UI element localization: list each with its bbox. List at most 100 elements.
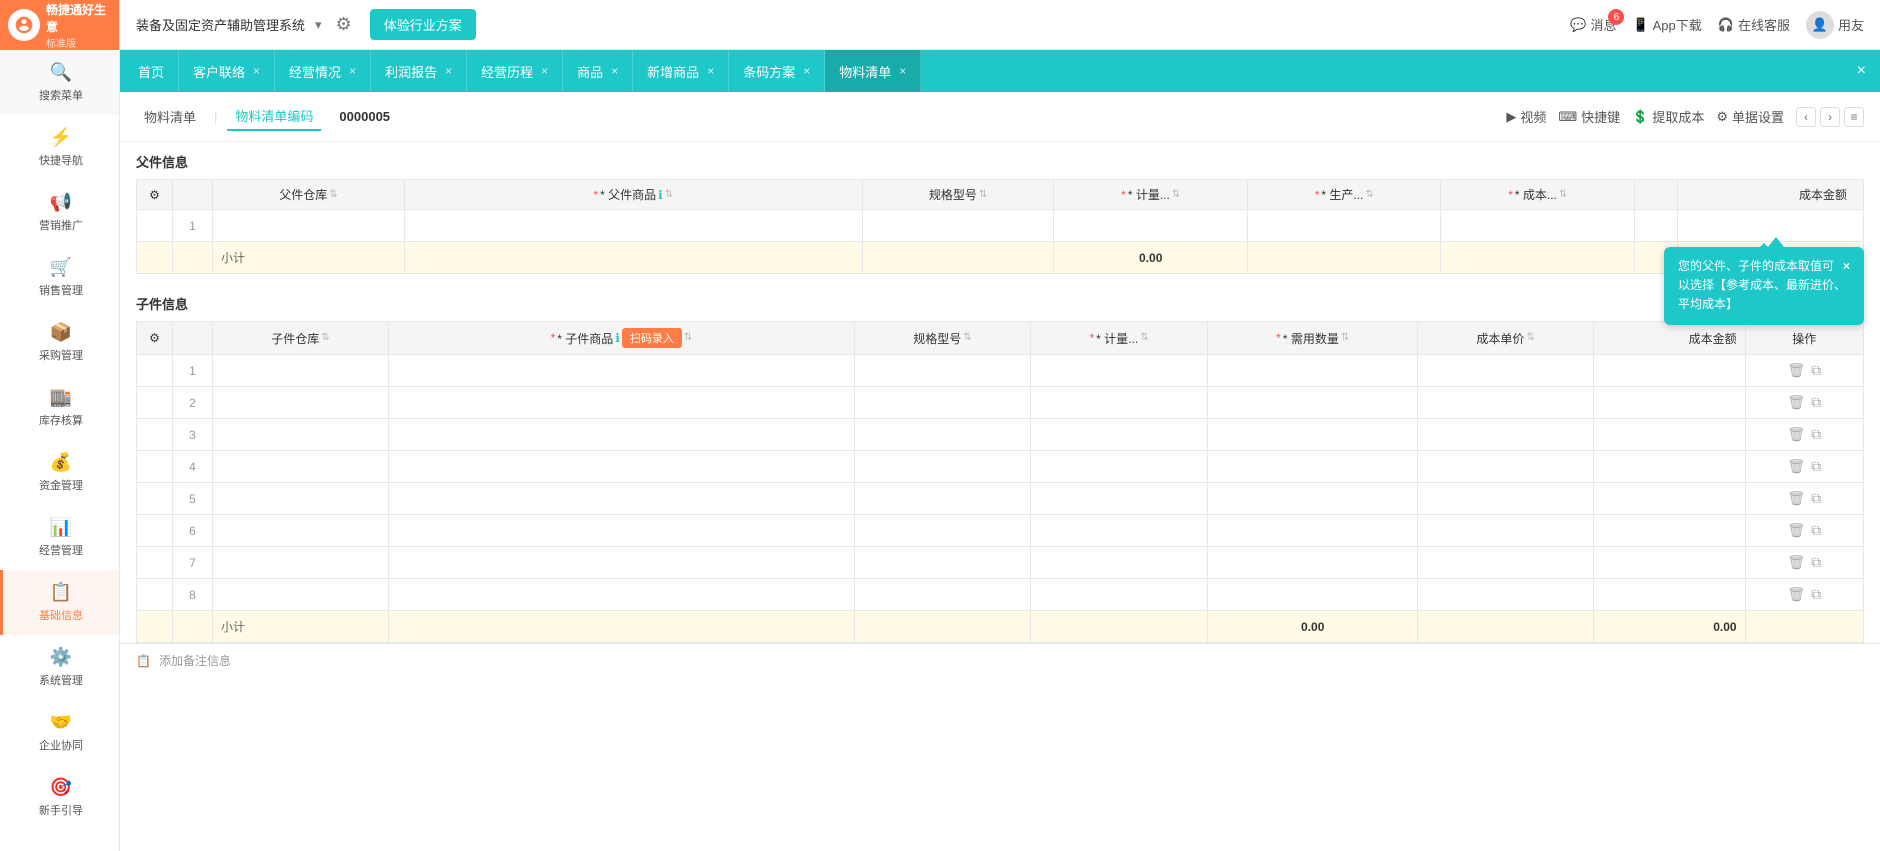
- parent-row1-spec[interactable]: [862, 210, 1054, 242]
- tab-barcode[interactable]: 条码方案 ×: [729, 50, 825, 92]
- message-item[interactable]: 💬 消息 6: [1570, 15, 1616, 34]
- child-row6-unit[interactable]: [1030, 515, 1207, 547]
- tab-goods[interactable]: 商品 ×: [563, 50, 633, 92]
- tab-bom[interactable]: 物料清单 ×: [825, 50, 921, 92]
- tab-customers-close[interactable]: ×: [253, 64, 260, 78]
- tab-profit[interactable]: 利润报告 ×: [371, 50, 467, 92]
- copy-icon[interactable]: ⧉: [1811, 586, 1821, 603]
- app-download-item[interactable]: 📱 App下载: [1632, 15, 1701, 34]
- copy-icon[interactable]: ⧉: [1811, 362, 1821, 379]
- child-row8-unit[interactable]: [1030, 579, 1207, 611]
- shortcut-action[interactable]: ⌨ 快捷键: [1558, 107, 1620, 126]
- child-row7-unit-cost[interactable]: [1418, 547, 1594, 579]
- child-row4-goods[interactable]: [388, 451, 854, 483]
- parent-row1-produce[interactable]: [1247, 210, 1441, 242]
- copy-icon[interactable]: ⧉: [1811, 554, 1821, 571]
- delete-icon[interactable]: 🗑: [1787, 586, 1805, 603]
- tab-operations[interactable]: 经营情况 ×: [275, 50, 371, 92]
- cost-action[interactable]: 💲 提取成本: [1632, 107, 1704, 126]
- child-row4-warehouse[interactable]: [213, 451, 389, 483]
- sidebar-item-system[interactable]: ⚙️ 系统管理: [0, 635, 119, 700]
- trial-btn[interactable]: 体验行业方案: [370, 9, 476, 40]
- menu-arrow[interactable]: ≡: [1844, 107, 1864, 127]
- sidebar-item-finance[interactable]: 💰 资金管理: [0, 440, 119, 505]
- dropdown-arrow-icon[interactable]: ▾: [315, 17, 322, 33]
- child-row8-qty[interactable]: [1208, 579, 1418, 611]
- child-row7-goods[interactable]: [388, 547, 854, 579]
- tab-operations-close[interactable]: ×: [349, 64, 356, 78]
- child-row6-qty[interactable]: [1208, 515, 1418, 547]
- child-row4-unit-cost[interactable]: [1418, 451, 1594, 483]
- child-row3-warehouse[interactable]: [213, 419, 389, 451]
- parent-row1-cost[interactable]: [1441, 210, 1635, 242]
- tab-barcode-close[interactable]: ×: [803, 64, 810, 78]
- settings-action[interactable]: ⚙ 单据设置: [1716, 107, 1784, 126]
- tab-new-goods-close[interactable]: ×: [707, 64, 714, 78]
- child-row8-goods[interactable]: [388, 579, 854, 611]
- child-row3-goods[interactable]: [388, 419, 854, 451]
- sidebar-item-collab[interactable]: 🤝 企业协同: [0, 700, 119, 765]
- tooltip-close-btn[interactable]: ×: [1843, 257, 1850, 276]
- user-item[interactable]: 👤 用友: [1806, 11, 1864, 39]
- child-row1-goods[interactable]: [388, 355, 854, 387]
- child-row5-unit[interactable]: [1030, 483, 1207, 515]
- copy-icon[interactable]: ⧉: [1811, 522, 1821, 539]
- child-row6-warehouse[interactable]: [213, 515, 389, 547]
- copy-icon[interactable]: ⧉: [1811, 490, 1821, 507]
- gear-icon[interactable]: ⚙: [336, 14, 352, 35]
- child-row1-unit[interactable]: [1030, 355, 1207, 387]
- child-row2-qty[interactable]: [1208, 387, 1418, 419]
- tab-history-close[interactable]: ×: [541, 64, 548, 78]
- sidebar-item-sales[interactable]: 🛒 销售管理: [0, 245, 119, 310]
- tab-history[interactable]: 经营历程 ×: [467, 50, 563, 92]
- child-row5-unit-cost[interactable]: [1418, 483, 1594, 515]
- close-all-tabs-btn[interactable]: ×: [1847, 62, 1876, 80]
- prev-arrow[interactable]: ‹: [1796, 107, 1816, 127]
- child-row2-spec[interactable]: [855, 387, 1031, 419]
- sub-tab-list[interactable]: 物料清单: [136, 103, 204, 130]
- sidebar-item-inventory[interactable]: 🏬 库存核算: [0, 375, 119, 440]
- copy-icon[interactable]: ⧉: [1811, 458, 1821, 475]
- sidebar-item-guide[interactable]: 🎯 新手引导: [0, 765, 119, 830]
- tab-goods-close[interactable]: ×: [611, 64, 618, 78]
- child-row5-spec[interactable]: [855, 483, 1031, 515]
- tab-customers[interactable]: 客户联络 ×: [179, 50, 275, 92]
- delete-icon[interactable]: 🗑: [1787, 522, 1805, 539]
- sidebar-item-operations[interactable]: 📊 经营管理: [0, 505, 119, 570]
- child-row3-spec[interactable]: [855, 419, 1031, 451]
- copy-icon[interactable]: ⧉: [1811, 426, 1821, 443]
- delete-icon[interactable]: 🗑: [1787, 362, 1805, 379]
- child-row2-unit-cost[interactable]: [1418, 387, 1594, 419]
- child-row4-unit[interactable]: [1030, 451, 1207, 483]
- next-arrow[interactable]: ›: [1820, 107, 1840, 127]
- sidebar-item-marketing[interactable]: 📢 营销推广: [0, 180, 119, 245]
- tab-new-goods[interactable]: 新增商品 ×: [633, 50, 729, 92]
- tab-bom-close[interactable]: ×: [899, 64, 906, 78]
- sidebar-item-search[interactable]: 🔍 搜索菜单: [0, 50, 119, 115]
- sidebar-item-basic-info[interactable]: 📋 基础信息: [0, 570, 119, 635]
- child-row7-unit[interactable]: [1030, 547, 1207, 579]
- delete-icon[interactable]: 🗑: [1787, 426, 1805, 443]
- parent-row1-unit[interactable]: [1054, 210, 1248, 242]
- child-row5-qty[interactable]: [1208, 483, 1418, 515]
- child-row4-spec[interactable]: [855, 451, 1031, 483]
- child-row6-spec[interactable]: [855, 515, 1031, 547]
- sidebar-item-purchase[interactable]: 📦 采购管理: [0, 310, 119, 375]
- delete-icon[interactable]: 🗑: [1787, 458, 1805, 475]
- child-row5-warehouse[interactable]: [213, 483, 389, 515]
- child-row3-unit[interactable]: [1030, 419, 1207, 451]
- sub-tab-code[interactable]: 物料清单编码: [227, 102, 321, 131]
- delete-icon[interactable]: 🗑: [1787, 490, 1805, 507]
- child-row1-unit-cost[interactable]: [1418, 355, 1594, 387]
- child-row8-spec[interactable]: [855, 579, 1031, 611]
- child-row2-unit[interactable]: [1030, 387, 1207, 419]
- child-row1-spec[interactable]: [855, 355, 1031, 387]
- child-row7-warehouse[interactable]: [213, 547, 389, 579]
- child-row6-unit-cost[interactable]: [1418, 515, 1594, 547]
- child-row2-goods[interactable]: [388, 387, 854, 419]
- scan-input-btn[interactable]: 扫码录入: [622, 328, 682, 348]
- child-row6-goods[interactable]: [388, 515, 854, 547]
- child-row3-unit-cost[interactable]: [1418, 419, 1594, 451]
- child-row8-warehouse[interactable]: [213, 579, 389, 611]
- child-row8-unit-cost[interactable]: [1418, 579, 1594, 611]
